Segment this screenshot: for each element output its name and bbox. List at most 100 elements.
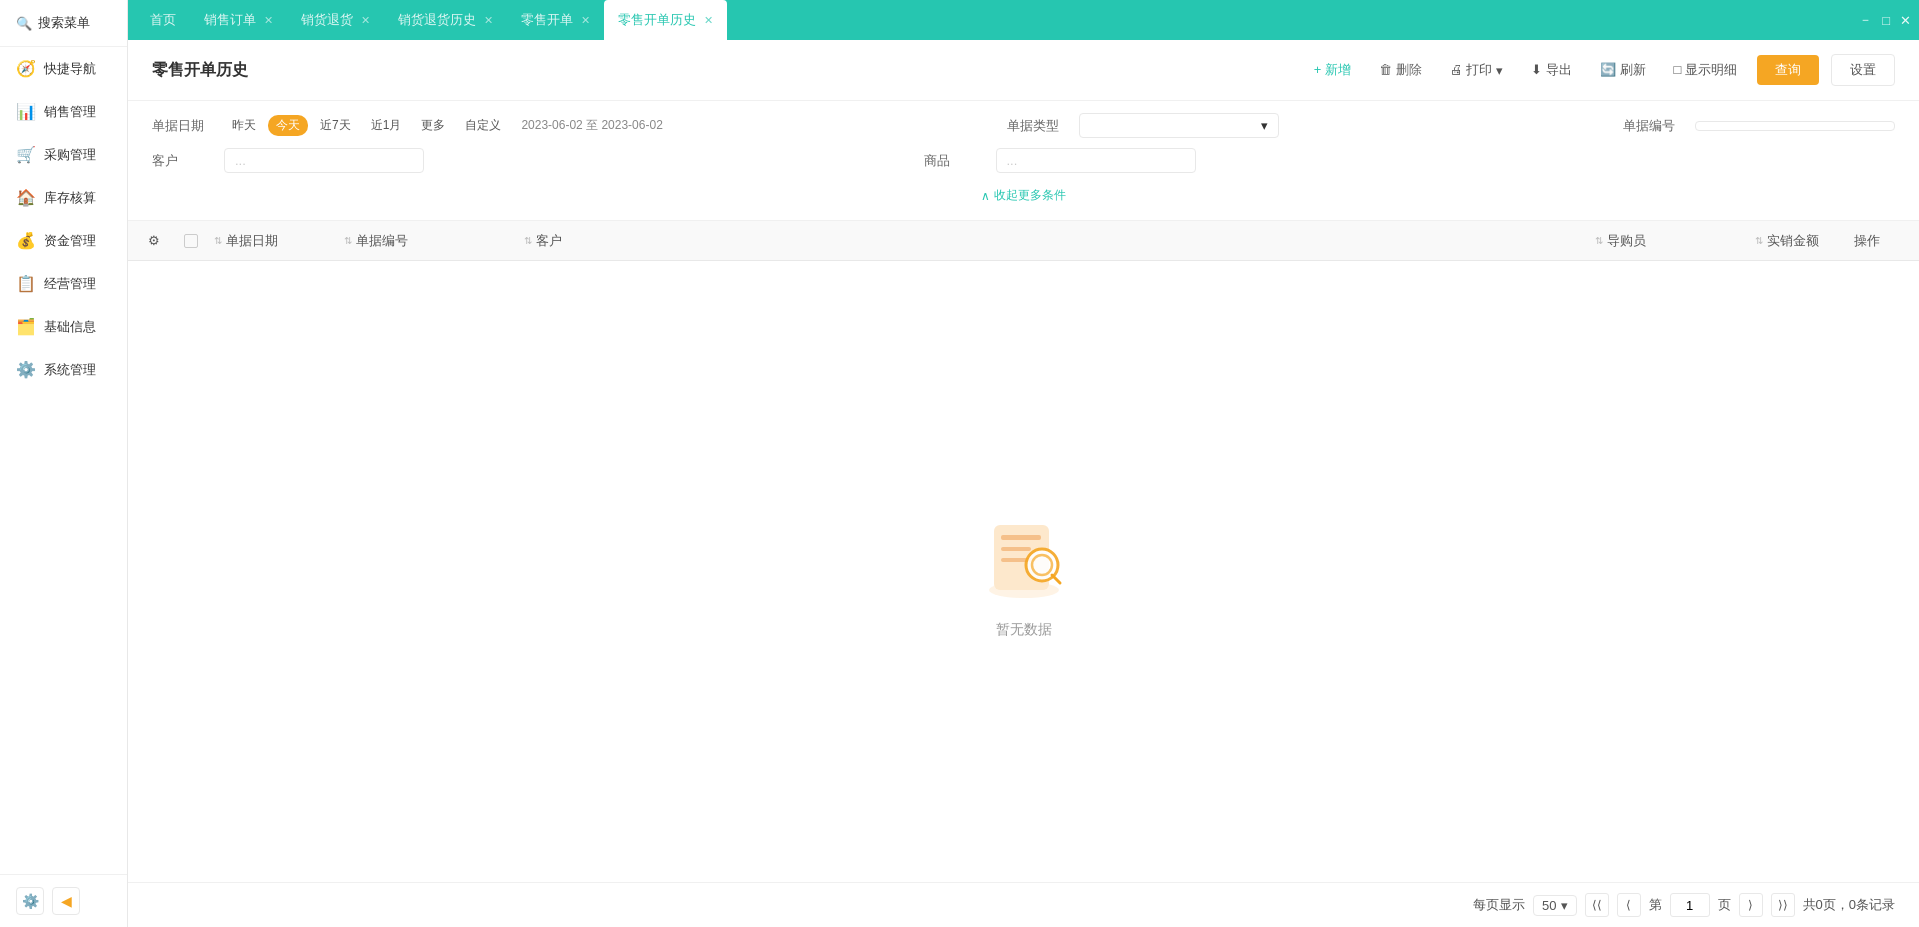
first-page-button[interactable]: ⟨⟨ bbox=[1585, 893, 1609, 917]
sidebar-item-inventory[interactable]: 🏠 库存核算 bbox=[0, 176, 127, 219]
quick-nav-icon: 🧭 bbox=[16, 59, 36, 78]
order-type-select[interactable]: ▾ bbox=[1079, 113, 1279, 138]
page-number-input[interactable] bbox=[1670, 893, 1710, 917]
operation-icon: 📋 bbox=[16, 274, 36, 293]
close-retail-history-icon[interactable]: ✕ bbox=[704, 14, 713, 27]
export-button[interactable]: ⬇ 导出 bbox=[1523, 57, 1580, 83]
collapse-label: 收起更多条件 bbox=[994, 187, 1066, 204]
page-size-select[interactable]: 50 ▾ bbox=[1533, 895, 1576, 916]
order-no-input[interactable] bbox=[1695, 121, 1895, 131]
last-page-button[interactable]: ⟩⟩ bbox=[1771, 893, 1795, 917]
sidebar-search-label: 搜索菜单 bbox=[38, 14, 90, 32]
sidebar-item-basic-info[interactable]: 🗂️ 基础信息 bbox=[0, 305, 127, 348]
th-date-label: 单据日期 bbox=[226, 232, 278, 250]
close-sales-order-icon[interactable]: ✕ bbox=[264, 14, 273, 27]
finance-icon: 💰 bbox=[16, 231, 36, 250]
date-tab-today[interactable]: 今天 bbox=[268, 115, 308, 136]
select-all-checkbox[interactable] bbox=[184, 234, 198, 248]
add-button-label: + 新增 bbox=[1314, 61, 1351, 79]
settings-form-button[interactable]: 设置 bbox=[1831, 54, 1895, 86]
sidebar-item-label: 基础信息 bbox=[44, 318, 96, 336]
sidebar-item-sales-mgmt[interactable]: 📊 销售管理 bbox=[0, 90, 127, 133]
print-button[interactable]: 🖨 打印 ▾ bbox=[1442, 57, 1512, 83]
sidebar-item-operation[interactable]: 📋 经营管理 bbox=[0, 262, 127, 305]
tab-home-label: 首页 bbox=[150, 11, 176, 29]
refresh-button-label: 🔄 刷新 bbox=[1600, 61, 1646, 79]
tab-sales-order[interactable]: 销售订单 ✕ bbox=[190, 0, 287, 40]
th-amount[interactable]: ⇅ 实销金额 bbox=[1707, 232, 1827, 250]
collapse-button[interactable]: ◀ bbox=[52, 887, 80, 915]
goods-input[interactable]: ... bbox=[996, 148, 1196, 173]
minimize-button[interactable]: － bbox=[1859, 11, 1872, 29]
date-tab-more[interactable]: 更多 bbox=[413, 115, 453, 136]
next-page-button[interactable]: ⟩ bbox=[1739, 893, 1763, 917]
customer-input[interactable]: ... bbox=[224, 148, 424, 173]
svg-rect-2 bbox=[1001, 535, 1041, 540]
delete-button[interactable]: 🗑 删除 bbox=[1371, 57, 1430, 83]
sidebar-item-finance[interactable]: 💰 资金管理 bbox=[0, 219, 127, 262]
filter-row-2: 客户 ... 商品 ... bbox=[152, 148, 1895, 173]
sales-mgmt-icon: 📊 bbox=[16, 102, 36, 121]
collapse-button[interactable]: ∧ 收起更多条件 bbox=[981, 187, 1066, 204]
display-detail-button[interactable]: □ 显示明细 bbox=[1666, 57, 1745, 83]
sidebar-item-label: 系统管理 bbox=[44, 361, 96, 379]
sidebar-item-quick-nav[interactable]: 🧭 快捷导航 bbox=[0, 47, 127, 90]
tab-sales-return[interactable]: 销货退货 ✕ bbox=[287, 0, 384, 40]
close-sales-return-icon[interactable]: ✕ bbox=[361, 14, 370, 27]
close-sales-return-history-icon[interactable]: ✕ bbox=[484, 14, 493, 27]
restore-button[interactable]: □ bbox=[1882, 13, 1890, 28]
date-tab-yesterday[interactable]: 昨天 bbox=[224, 115, 264, 136]
th-order-no[interactable]: ⇅ 单据编号 bbox=[336, 232, 516, 250]
prev-page-button[interactable]: ⟨ bbox=[1617, 893, 1641, 917]
th-date[interactable]: ⇅ 单据日期 bbox=[206, 232, 336, 250]
search-icon: 🔍 bbox=[16, 16, 32, 31]
th-guide[interactable]: ⇅ 导购员 bbox=[1587, 232, 1707, 250]
th-action: 操作 bbox=[1827, 232, 1907, 250]
table-header: ⚙ ⇅ 单据日期 ⇅ 单据编号 ⇅ 客户 ⇅ 导购员 ⇅ bbox=[128, 221, 1919, 261]
total-info: 共0页，0条记录 bbox=[1803, 896, 1895, 914]
close-button[interactable]: ✕ bbox=[1900, 13, 1911, 28]
th-amount-sort-icon: ⇅ bbox=[1755, 235, 1763, 246]
sidebar-menu: 🧭 快捷导航 📊 销售管理 🛒 采购管理 🏠 库存核算 💰 资金管理 📋 经营管… bbox=[0, 47, 127, 874]
collapse-row: ∧ 收起更多条件 bbox=[152, 183, 1895, 208]
sidebar-item-label: 库存核算 bbox=[44, 189, 96, 207]
th-action-label: 操作 bbox=[1854, 232, 1880, 250]
th-customer[interactable]: ⇅ 客户 bbox=[516, 232, 1587, 250]
page-size-dropdown-icon: ▾ bbox=[1561, 898, 1568, 913]
inventory-icon: 🏠 bbox=[16, 188, 36, 207]
tab-sales-order-label: 销售订单 bbox=[204, 11, 256, 29]
sidebar-item-purchase-mgmt[interactable]: 🛒 采购管理 bbox=[0, 133, 127, 176]
purchase-mgmt-icon: 🛒 bbox=[16, 145, 36, 164]
sidebar: 🔍 搜索菜单 🧭 快捷导航 📊 销售管理 🛒 采购管理 🏠 库存核算 💰 资金管… bbox=[0, 0, 128, 927]
tab-home[interactable]: 首页 bbox=[136, 0, 190, 40]
th-settings[interactable]: ⚙ bbox=[140, 233, 176, 248]
top-nav: 首页 销售订单 ✕ 销货退货 ✕ 销货退货历史 ✕ 零售开单 ✕ 零售开单历史 … bbox=[128, 0, 1919, 40]
settings-button[interactable]: ⚙️ bbox=[16, 887, 44, 915]
pagination: 每页显示 50 ▾ ⟨⟨ ⟨ 第 页 ⟩ ⟩⟩ 共0页，0条记录 bbox=[128, 882, 1919, 927]
tab-retail-open-label: 零售开单 bbox=[521, 11, 573, 29]
tab-retail-history[interactable]: 零售开单历史 ✕ bbox=[604, 0, 727, 40]
add-button[interactable]: + 新增 bbox=[1306, 57, 1359, 83]
sidebar-item-label: 销售管理 bbox=[44, 103, 96, 121]
date-tab-week[interactable]: 近7天 bbox=[312, 115, 359, 136]
customer-label: 客户 bbox=[152, 152, 212, 170]
tab-sales-return-history[interactable]: 销货退货历史 ✕ bbox=[384, 0, 507, 40]
close-retail-open-icon[interactable]: ✕ bbox=[581, 14, 590, 27]
svg-line-7 bbox=[1052, 575, 1060, 583]
tab-retail-history-label: 零售开单历史 bbox=[618, 11, 696, 29]
sidebar-search[interactable]: 🔍 搜索菜单 bbox=[0, 0, 127, 47]
th-checkbox[interactable] bbox=[176, 234, 206, 248]
date-tab-custom[interactable]: 自定义 bbox=[457, 115, 509, 136]
empty-text: 暂无数据 bbox=[996, 621, 1052, 639]
date-tab-month[interactable]: 近1月 bbox=[363, 115, 410, 136]
filter-area: 单据日期 昨天 今天 近7天 近1月 更多 自定义 2023-06-02 至 2… bbox=[128, 101, 1919, 221]
query-button[interactable]: 查询 bbox=[1757, 55, 1819, 85]
print-dropdown-icon[interactable]: ▾ bbox=[1496, 63, 1503, 78]
refresh-button[interactable]: 🔄 刷新 bbox=[1592, 57, 1654, 83]
empty-state: 暂无数据 bbox=[128, 261, 1919, 882]
main-content: 首页 销售订单 ✕ 销货退货 ✕ 销货退货历史 ✕ 零售开单 ✕ 零售开单历史 … bbox=[128, 0, 1919, 927]
sidebar-item-system[interactable]: ⚙️ 系统管理 bbox=[0, 348, 127, 391]
page-size-value: 50 bbox=[1542, 898, 1556, 913]
th-order-no-sort-icon: ⇅ bbox=[344, 235, 352, 246]
tab-retail-open[interactable]: 零售开单 ✕ bbox=[507, 0, 604, 40]
